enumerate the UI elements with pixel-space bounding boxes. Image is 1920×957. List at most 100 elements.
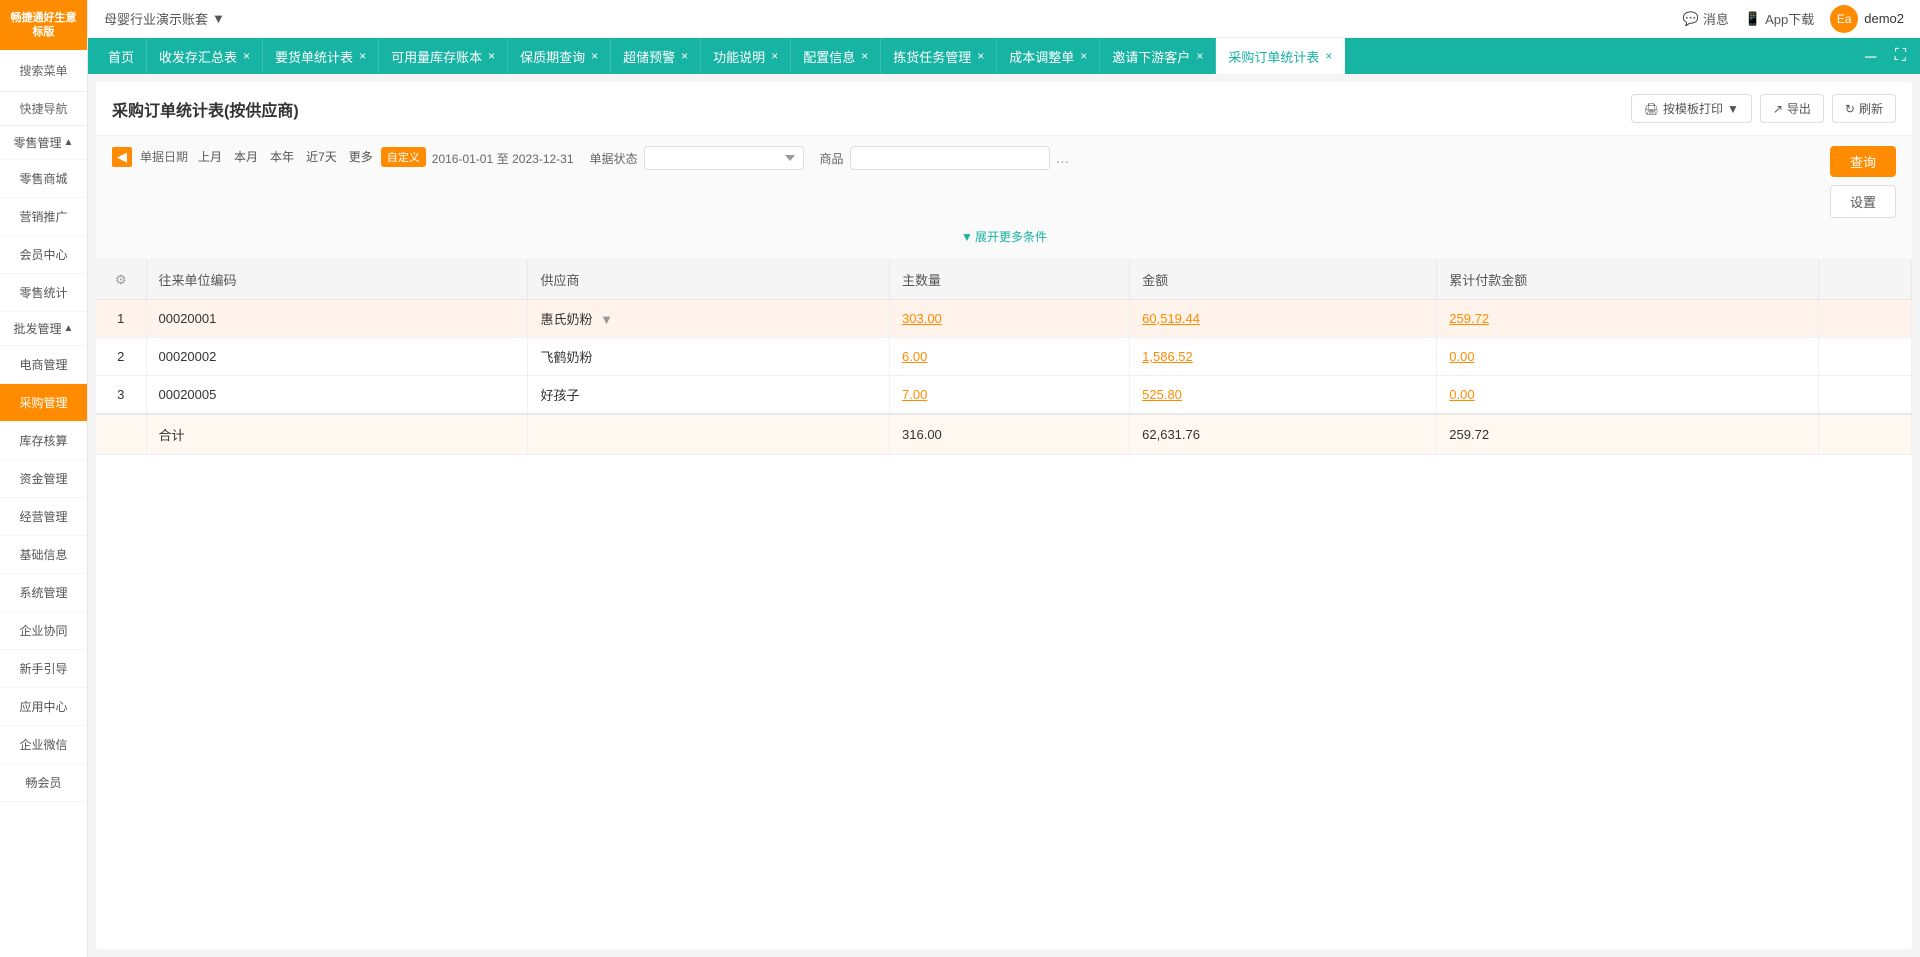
row1-expand-icon[interactable]: ▼ bbox=[600, 312, 613, 327]
tab-overstock-alert[interactable]: 超储预警 × bbox=[611, 38, 701, 74]
tab-pick-task-close-icon[interactable]: × bbox=[977, 49, 984, 63]
footer-total-amount: 62,631.76 bbox=[1130, 414, 1437, 455]
tab-goods-stats-label: 要货单统计表 bbox=[275, 47, 353, 66]
sidebar-item-retail-stats[interactable]: 零售统计 bbox=[0, 274, 87, 312]
sidebar-item-inventory[interactable]: 库存核算 bbox=[0, 422, 87, 460]
tab-cost-adjust[interactable]: 成本调整单 × bbox=[997, 38, 1100, 74]
date-custom-badge[interactable]: 自定义 bbox=[381, 147, 426, 167]
table-settings-icon[interactable]: ⚙ bbox=[115, 272, 127, 287]
search-menu-button[interactable]: 搜索菜单 bbox=[6, 58, 81, 83]
marketing-label: 营销推广 bbox=[19, 208, 67, 225]
sidebar-item-operations[interactable]: 经营管理 bbox=[0, 498, 87, 536]
sidebar-item-membership[interactable]: 畅会员 bbox=[0, 764, 87, 802]
date-shortcut-7days[interactable]: 近7天 bbox=[302, 146, 341, 167]
sidebar-item-app-center[interactable]: 应用中心 bbox=[0, 688, 87, 726]
row2-num: 2 bbox=[96, 338, 146, 376]
row1-amount-link[interactable]: 60,519.44 bbox=[1142, 311, 1200, 326]
tab-receive-send[interactable]: 收发存汇总表 × bbox=[147, 38, 263, 74]
tab-available-stock-close-icon[interactable]: × bbox=[488, 49, 495, 63]
row3-qty: 7.00 bbox=[890, 376, 1130, 415]
row3-paid-link[interactable]: 0.00 bbox=[1449, 387, 1474, 402]
tab-cost-adjust-close-icon[interactable]: × bbox=[1080, 49, 1087, 63]
expand-filter-button[interactable]: ▼ 展开更多条件 bbox=[961, 228, 1047, 245]
tab-goods-stats[interactable]: 要货单统计表 × bbox=[263, 38, 379, 74]
row1-qty-link[interactable]: 303.00 bbox=[902, 311, 942, 326]
row1-paid: 259.72 bbox=[1437, 300, 1819, 338]
date-to: 2023-12-31 bbox=[512, 152, 573, 166]
page-title: 采购订单统计表(按供应商) bbox=[112, 97, 299, 121]
sidebar-item-member[interactable]: 会员中心 bbox=[0, 236, 87, 274]
sidebar-item-newbie[interactable]: 新手引导 bbox=[0, 650, 87, 688]
row1-amount: 60,519.44 bbox=[1130, 300, 1437, 338]
tab-config-info-close-icon[interactable]: × bbox=[861, 49, 868, 63]
sidebar-item-retail-mgmt[interactable]: 零售管理 ▲ bbox=[0, 126, 87, 160]
retail-mgmt-arrow-icon: ▲ bbox=[64, 137, 74, 148]
sidebar-item-enterprise-wechat[interactable]: 企业微信 bbox=[0, 726, 87, 764]
user-profile[interactable]: Ea demo2 bbox=[1830, 5, 1904, 33]
row3-qty-link[interactable]: 7.00 bbox=[902, 387, 927, 402]
page-title-bar: 采购订单统计表(按供应商) 🖨 按模板打印 ▼ ↗ 导出 ↻ 刷新 bbox=[96, 82, 1912, 136]
tab-pick-task[interactable]: 拣货任务管理 × bbox=[881, 38, 997, 74]
date-shortcut-this-year[interactable]: 本年 bbox=[266, 146, 298, 167]
sidebar-item-wholesale-mgmt[interactable]: 批发管理 ▲ bbox=[0, 312, 87, 346]
export-button[interactable]: ↗ 导出 bbox=[1760, 94, 1824, 123]
enterprise-collab-label: 企业协同 bbox=[19, 622, 67, 639]
setting-button[interactable]: 设置 bbox=[1830, 185, 1896, 218]
tab-invite-downstream-close-icon[interactable]: × bbox=[1196, 49, 1203, 63]
workspace-selector[interactable]: 母婴行业演示账套 ▼ bbox=[104, 9, 225, 28]
tab-invite-downstream[interactable]: 邀请下游客户 × bbox=[1100, 38, 1216, 74]
page-actions: 🖨 按模板打印 ▼ ↗ 导出 ↻ 刷新 bbox=[1631, 94, 1896, 123]
date-shortcut-more[interactable]: 更多 bbox=[345, 146, 377, 167]
filter-collapse-button[interactable]: ◀ bbox=[112, 147, 132, 167]
print-button[interactable]: 🖨 按模板打印 ▼ bbox=[1631, 94, 1752, 123]
tab-purchase-stats[interactable]: 采购订单统计表 × bbox=[1216, 38, 1345, 74]
tab-purchase-stats-close-icon[interactable]: × bbox=[1325, 49, 1332, 63]
goods-more-icon[interactable]: … bbox=[1056, 150, 1070, 166]
row3-amount-link[interactable]: 525.80 bbox=[1142, 387, 1182, 402]
sidebar-item-ecommerce[interactable]: 电商管理 bbox=[0, 346, 87, 384]
tab-shelf-life-close-icon[interactable]: × bbox=[591, 49, 598, 63]
row2-qty-link[interactable]: 6.00 bbox=[902, 349, 927, 364]
tab-shelf-life-label: 保质期查询 bbox=[520, 47, 585, 66]
tab-available-stock[interactable]: 可用量库存账本 × bbox=[379, 38, 508, 74]
tab-maximize-button[interactable]: ⛶ bbox=[1889, 47, 1912, 65]
status-select[interactable] bbox=[644, 146, 804, 170]
row2-amount-link[interactable]: 1,586.52 bbox=[1142, 349, 1193, 364]
app-download-button[interactable]: 📱 App下载 bbox=[1745, 9, 1814, 28]
tab-func-desc-close-icon[interactable]: × bbox=[771, 49, 778, 63]
sidebar-item-system[interactable]: 系统管理 bbox=[0, 574, 87, 612]
date-shortcut-last-month[interactable]: 上月 bbox=[194, 146, 226, 167]
tab-overstock-alert-close-icon[interactable]: × bbox=[681, 49, 688, 63]
content-area: 采购订单统计表(按供应商) 🖨 按模板打印 ▼ ↗ 导出 ↻ 刷新 bbox=[88, 74, 1920, 957]
message-button[interactable]: 💬 消息 bbox=[1683, 9, 1729, 28]
row1-num: 1 bbox=[96, 300, 146, 338]
tab-receive-send-close-icon[interactable]: × bbox=[243, 49, 250, 63]
row2-paid-link[interactable]: 0.00 bbox=[1449, 349, 1474, 364]
date-shortcut-this-month[interactable]: 本月 bbox=[230, 146, 262, 167]
row2-code: 00020002 bbox=[146, 338, 528, 376]
refresh-label: 刷新 bbox=[1859, 100, 1883, 117]
tab-home[interactable]: 首页 bbox=[96, 38, 147, 74]
tab-shelf-life[interactable]: 保质期查询 × bbox=[508, 38, 611, 74]
tab-func-desc[interactable]: 功能说明 × bbox=[701, 38, 791, 74]
tab-goods-stats-close-icon[interactable]: × bbox=[359, 49, 366, 63]
sidebar-item-purchase-mgmt[interactable]: 采购管理 bbox=[0, 384, 87, 422]
tab-func-desc-label: 功能说明 bbox=[713, 47, 765, 66]
tab-config-info[interactable]: 配置信息 × bbox=[791, 38, 881, 74]
goods-input[interactable] bbox=[850, 146, 1050, 170]
print-label: 按模板打印 bbox=[1663, 100, 1723, 117]
sidebar-item-enterprise-collab[interactable]: 企业协同 bbox=[0, 612, 87, 650]
sidebar: 畅捷通好生意 标版 搜索菜单 快捷导航 零售管理 ▲ 零售商城 营销推广 会员中… bbox=[0, 0, 88, 957]
sidebar-item-finance[interactable]: 资金管理 bbox=[0, 460, 87, 498]
row2-supplier: 飞鹤奶粉 bbox=[528, 338, 890, 376]
quick-nav-button[interactable]: 快捷导航 bbox=[0, 92, 87, 126]
row1-paid-link[interactable]: 259.72 bbox=[1449, 311, 1489, 326]
refresh-button[interactable]: ↻ 刷新 bbox=[1832, 94, 1896, 123]
table-area: ⚙ 往来单位编码 供应商 主数量 金额 累计付款金额 1 bbox=[96, 260, 1912, 949]
sidebar-item-basics[interactable]: 基础信息 bbox=[0, 536, 87, 574]
sidebar-search-section[interactable]: 搜索菜单 bbox=[0, 50, 87, 92]
sidebar-item-retail-mall[interactable]: 零售商城 bbox=[0, 160, 87, 198]
query-button[interactable]: 查询 bbox=[1830, 146, 1896, 177]
sidebar-item-marketing[interactable]: 营销推广 bbox=[0, 198, 87, 236]
tab-minimize-button[interactable]: － bbox=[1857, 44, 1885, 68]
